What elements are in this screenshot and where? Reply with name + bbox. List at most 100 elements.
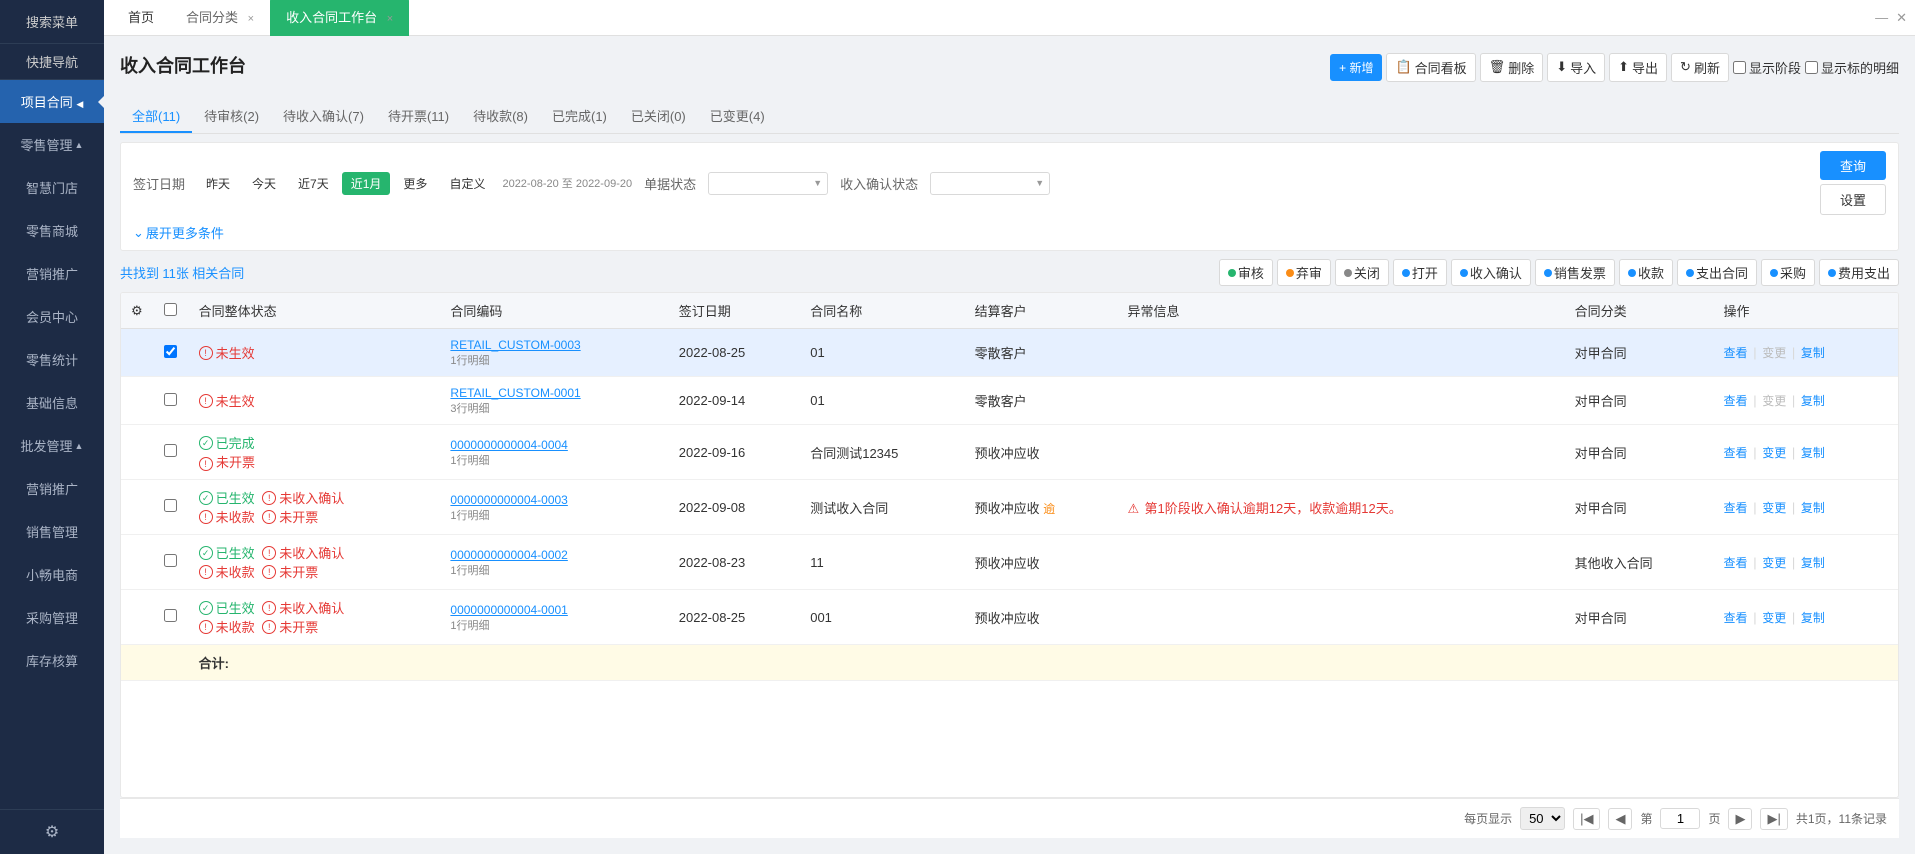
sidebar-item-member[interactable]: 会员中心 [0,295,104,338]
contract-code-link[interactable]: 0000000000004-0003 [450,493,567,507]
row-checkbox[interactable] [153,590,189,645]
contract-code-link[interactable]: RETAIL_CUSTOM-0001 [450,386,580,400]
row-checkbox[interactable] [153,535,189,590]
date-btn-custom[interactable]: 自定义 [440,172,494,195]
sidebar-item-sales-marketing[interactable]: 营销推广 [0,467,104,510]
row-gear[interactable] [121,425,153,480]
tab-income-workbench[interactable]: 收入合同工作台 × [270,0,409,36]
date-btn-yesterday[interactable]: 昨天 [197,172,239,195]
sidebar-item-retail-mall[interactable]: 零售商城 [0,209,104,252]
tab-contract-type[interactable]: 合同分类 × [170,0,270,36]
last-page-button[interactable]: ▶| [1760,808,1787,830]
filter-tab-pending-invoice[interactable]: 待开票(11) [376,100,461,133]
expand-conditions-button[interactable]: ⌄ 展开更多条件 [133,223,224,242]
op-copy[interactable]: 复制 [1801,611,1825,625]
first-page-button[interactable]: |◀ [1573,808,1600,830]
sidebar-item-xiaowei[interactable]: 小畅电商 [0,553,104,596]
action-audit[interactable]: 审核 [1219,259,1273,286]
minimize-icon[interactable]: — [1875,10,1888,26]
sidebar-item-smart-store[interactable]: 智慧门店 [0,166,104,209]
contract-code-link[interactable]: 0000000000004-0004 [450,438,567,452]
op-change[interactable]: 变更 [1762,556,1786,570]
row-checkbox[interactable] [153,480,189,535]
filter-tab-completed[interactable]: 已完成(1) [540,100,619,133]
confirm-select[interactable] [930,172,1050,195]
row-gear[interactable] [121,480,153,535]
sidebar-search[interactable]: 搜索菜单 [0,0,104,44]
close-window-icon[interactable]: ✕ [1896,10,1907,26]
date-btn-more[interactable]: 更多 [394,172,436,195]
op-copy[interactable]: 复制 [1801,556,1825,570]
close-icon[interactable]: × [248,13,254,25]
import-button[interactable]: ⬇ 导入 [1547,53,1605,82]
sidebar-item-inventory[interactable]: 库存核算 [0,639,104,682]
row-gear[interactable] [121,590,153,645]
close-icon[interactable]: × [387,13,393,25]
contract-code-link[interactable]: 0000000000004-0002 [450,548,567,562]
action-close[interactable]: 关闭 [1335,259,1389,286]
action-sales-invoice[interactable]: 销售发票 [1535,259,1615,286]
sidebar-item-basic-info[interactable]: 基础信息 [0,381,104,424]
delete-button[interactable]: 🗑 删除 [1480,53,1544,82]
row-gear[interactable] [121,377,153,425]
query-button[interactable]: 查询 [1820,151,1886,180]
filter-tab-changed[interactable]: 已变更(4) [698,100,777,133]
op-copy[interactable]: 复制 [1801,446,1825,460]
filter-tab-pending-receipt[interactable]: 待收款(8) [461,100,540,133]
op-view[interactable]: 查看 [1724,501,1748,515]
row-checkbox[interactable] [153,425,189,480]
col-gear[interactable]: ⚙ [121,293,153,329]
date-btn-today[interactable]: 今天 [243,172,285,195]
add-button[interactable]: + 新增 [1330,54,1382,81]
filter-tab-all[interactable]: 全部(11) [120,100,192,133]
op-copy[interactable]: 复制 [1801,394,1825,408]
show-detail-checkbox[interactable]: 显示标的明细 [1805,58,1899,77]
status-select[interactable] [708,172,828,195]
select-all-checkbox[interactable] [164,303,177,316]
filter-tab-pending-review[interactable]: 待审核(2) [192,100,271,133]
sidebar-settings[interactable]: ⚙ [0,809,104,854]
row-checkbox[interactable] [153,329,189,377]
contract-code-link[interactable]: RETAIL_CUSTOM-0003 [450,338,580,352]
prev-page-button[interactable]: ◀ [1608,808,1632,830]
dashboard-button[interactable]: 📋 合同看板 [1386,53,1475,82]
op-view[interactable]: 查看 [1724,346,1748,360]
row-gear[interactable] [121,329,153,377]
op-change[interactable]: 变更 [1762,446,1786,460]
sidebar-quick-nav[interactable]: 快捷导航 [0,44,104,80]
tab-home[interactable]: 首页 [112,0,170,36]
refresh-button[interactable]: ↻ 刷新 [1671,53,1729,82]
sidebar-item-wholesale[interactable]: 批发管理 ▲ [0,424,104,467]
action-expense[interactable]: 费用支出 [1819,259,1899,286]
row-gear[interactable] [121,535,153,590]
op-copy[interactable]: 复制 [1801,346,1825,360]
op-view[interactable]: 查看 [1724,611,1748,625]
filter-tab-pending-confirm[interactable]: 待收入确认(7) [271,100,376,133]
show-stage-checkbox[interactable]: 显示阶段 [1733,58,1801,77]
page-number-input[interactable] [1660,808,1700,829]
op-view[interactable]: 查看 [1724,394,1748,408]
action-output-contract[interactable]: 支出合同 [1677,259,1757,286]
action-abandon[interactable]: 弃审 [1277,259,1331,286]
date-btn-last7[interactable]: 近7天 [289,172,338,195]
op-copy[interactable]: 复制 [1801,501,1825,515]
op-change[interactable]: 变更 [1762,501,1786,515]
date-btn-last1month[interactable]: 近1月 [342,172,391,195]
col-checkbox[interactable] [153,293,189,329]
export-button[interactable]: ⬆ 导出 [1609,53,1667,82]
action-income-confirm[interactable]: 收入确认 [1451,259,1531,286]
sidebar-item-purchase[interactable]: 采购管理 [0,596,104,639]
filter-tab-closed[interactable]: 已关闭(0) [619,100,698,133]
action-receipt[interactable]: 收款 [1619,259,1673,286]
gear-icon[interactable]: ⚙ [45,824,59,841]
op-view[interactable]: 查看 [1724,556,1748,570]
per-page-select[interactable]: 50 [1520,807,1565,830]
set-button[interactable]: 设置 [1820,184,1886,215]
sidebar-item-retail-mgmt[interactable]: 零售管理 ▲ [0,123,104,166]
sidebar-item-retail-stat[interactable]: 零售统计 [0,338,104,381]
action-purchase[interactable]: 采购 [1761,259,1815,286]
contract-code-link[interactable]: 0000000000004-0001 [450,603,567,617]
action-open[interactable]: 打开 [1393,259,1447,286]
sidebar-item-sales-mgmt[interactable]: 销售管理 [0,510,104,553]
op-change[interactable]: 变更 [1762,611,1786,625]
